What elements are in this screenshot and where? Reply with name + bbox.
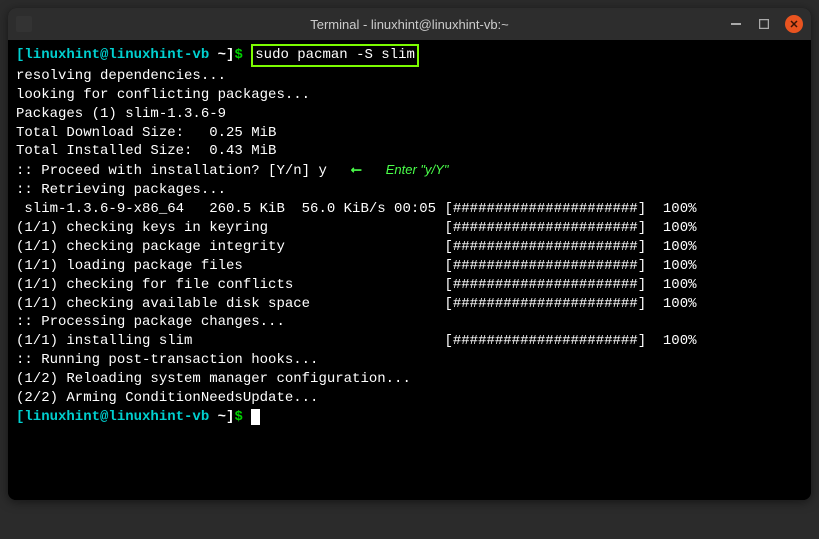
prompt-user-host: [linuxhint@linuxhint-vb: [16, 409, 209, 425]
prompt-line-2: [linuxhint@linuxhint-vb ~]$: [16, 408, 803, 427]
output-line: (1/1) installing slim [#################…: [16, 332, 803, 351]
output-line: Packages (1) slim-1.3.6-9: [16, 105, 803, 124]
prompt-dollar: $: [234, 409, 242, 425]
terminal-body[interactable]: [linuxhint@linuxhint-vb ~]$ sudo pacman …: [8, 40, 811, 500]
annotation-arrow-icon: ⟵: [352, 163, 360, 179]
output-line: slim-1.3.6-9-x86_64 260.5 KiB 56.0 KiB/s…: [16, 200, 803, 219]
output-line: (1/1) checking package integrity [######…: [16, 238, 803, 257]
proceed-line: :: Proceed with installation? [Y/n] y ⟵ …: [16, 161, 803, 181]
prompt-line-1: [linuxhint@linuxhint-vb ~]$ sudo pacman …: [16, 44, 803, 67]
output-line: Total Download Size: 0.25 MiB: [16, 124, 803, 143]
titlebar[interactable]: Terminal - linuxhint@linuxhint-vb:~: [8, 8, 811, 40]
terminal-window: Terminal - linuxhint@linuxhint-vb:~ [lin…: [8, 8, 811, 500]
output-line: Total Installed Size: 0.43 MiB: [16, 142, 803, 161]
window-controls: [729, 15, 803, 33]
window-title: Terminal - linuxhint@linuxhint-vb:~: [310, 17, 509, 32]
prompt-path: ~]: [209, 47, 234, 63]
output-line: :: Retrieving packages...: [16, 181, 803, 200]
output-line: :: Processing package changes...: [16, 313, 803, 332]
prompt-dollar: $: [234, 47, 242, 63]
output-line: (1/2) Reloading system manager configura…: [16, 370, 803, 389]
output-line: looking for conflicting packages...: [16, 86, 803, 105]
terminal-icon: [16, 16, 32, 32]
output-line: (1/1) checking available disk space [###…: [16, 295, 803, 314]
cursor: [251, 409, 260, 425]
output-line: (1/1) checking for file conflicts [#####…: [16, 276, 803, 295]
minimize-button[interactable]: [729, 17, 743, 31]
output-line: resolving dependencies...: [16, 67, 803, 86]
output-line: (2/2) Arming ConditionNeedsUpdate...: [16, 389, 803, 408]
annotation-label: Enter "y/Y": [386, 162, 449, 177]
prompt-path: ~]: [209, 409, 234, 425]
command-highlight: sudo pacman -S slim: [251, 44, 419, 67]
prompt-user-host: [linuxhint@linuxhint-vb: [16, 47, 209, 63]
output-line: (1/1) checking keys in keyring [########…: [16, 219, 803, 238]
maximize-button[interactable]: [757, 17, 771, 31]
output-line: :: Running post-transaction hooks...: [16, 351, 803, 370]
output-line: (1/1) loading package files [###########…: [16, 257, 803, 276]
command-text: sudo pacman -S slim: [255, 47, 415, 63]
close-button[interactable]: [785, 15, 803, 33]
